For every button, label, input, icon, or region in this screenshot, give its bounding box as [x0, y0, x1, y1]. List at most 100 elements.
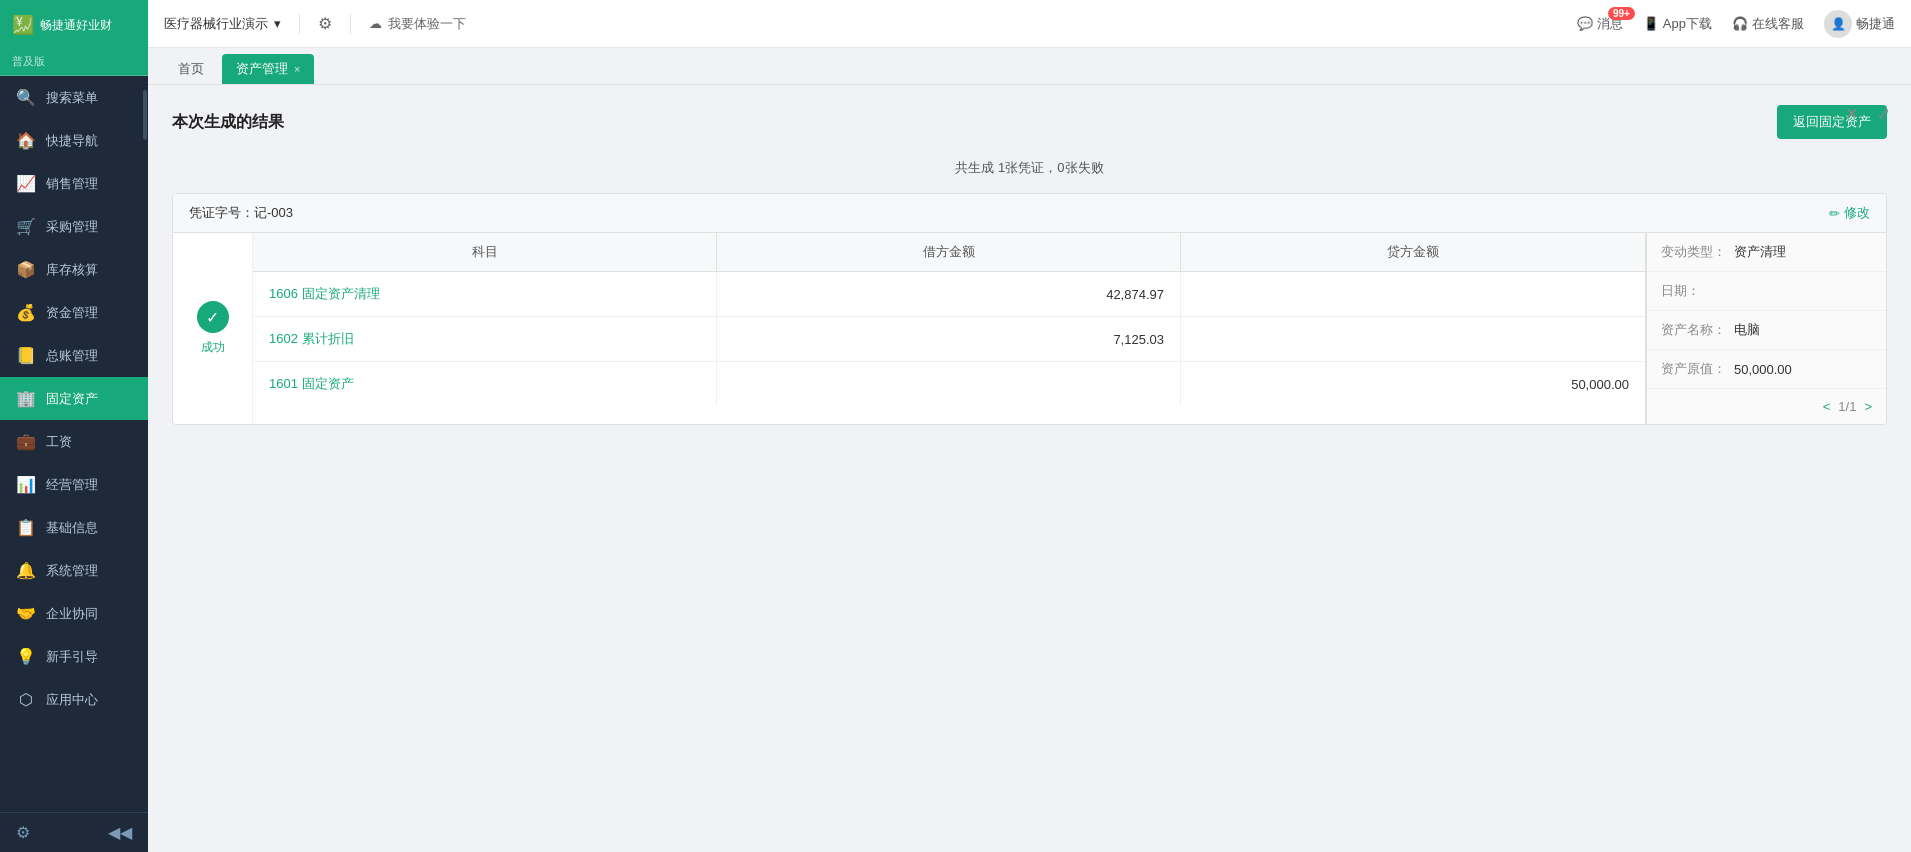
date-row: 日期：	[1647, 272, 1886, 311]
sidebar-label-inventory: 库存核算	[46, 261, 98, 279]
date-label: 日期：	[1661, 282, 1700, 300]
active-tab-label: 资产管理	[236, 60, 288, 78]
message-icon: 💬	[1577, 16, 1593, 31]
sidebar-item-basic-info[interactable]: 📋 基础信息	[0, 506, 148, 549]
cell-subject-1[interactable]: 1602 累计折旧	[253, 317, 717, 361]
app-logo: 💹 畅捷通好业财	[0, 0, 148, 52]
next-page-button[interactable]: >	[1864, 399, 1872, 414]
sidebar-label-system: 系统管理	[46, 562, 98, 580]
edit-label: 修改	[1844, 204, 1870, 222]
cell-subject-2[interactable]: 1601 固定资产	[253, 362, 717, 406]
sidebar-label-enterprise: 企业协同	[46, 605, 98, 623]
sidebar-item-management[interactable]: 📊 经营管理	[0, 463, 148, 506]
page-indicator: 1/1	[1838, 399, 1856, 414]
sidebar-item-system[interactable]: 🔔 系统管理	[0, 549, 148, 592]
sidebar-item-guide[interactable]: 💡 新手引导	[0, 635, 148, 678]
topbar-divider-2	[350, 14, 351, 34]
table-row: 1601 固定资产 50,000.00	[253, 362, 1645, 406]
messages-badge: 99+	[1608, 7, 1635, 20]
sidebar-label-basic-info: 基础信息	[46, 519, 98, 537]
app-download-button[interactable]: 📱 App下载	[1643, 15, 1712, 33]
asset-name-value: 电脑	[1734, 321, 1760, 339]
side-panel: 变动类型： 资产清理 日期： 资产名称： 电脑 资产原值： 50,000.00	[1646, 233, 1886, 424]
collapse-icon[interactable]: ◀◀	[108, 823, 132, 842]
sidebar-bottom: ⚙ ◀◀	[0, 812, 148, 852]
app-download-label: App下载	[1663, 15, 1712, 33]
headset-icon: 🎧	[1732, 16, 1748, 31]
generation-summary: 共生成 1张凭证，0张失败	[172, 159, 1887, 177]
gear-icon[interactable]: ⚙	[318, 14, 332, 33]
sidebar-item-app-center[interactable]: ⬡ 应用中心	[0, 678, 148, 721]
settings-icon[interactable]: ⚙	[16, 823, 30, 842]
tab-home[interactable]: 首页	[164, 54, 218, 84]
sidebar-label-guide: 新手引导	[46, 648, 98, 666]
topbar: 医疗器械行业演示 ▾ ⚙ ☁ 我要体验一下 💬 消息 99+ 📱 App下载 🎧…	[148, 0, 1911, 48]
logo-icon: 💹	[12, 13, 34, 38]
page-header: 本次生成的结果 返回固定资产	[172, 105, 1887, 139]
company-selector[interactable]: 医疗器械行业演示 ▾	[164, 15, 281, 33]
success-label: 成功	[201, 339, 225, 356]
prev-page-button[interactable]: <	[1823, 399, 1831, 414]
sidebar-label-fixed-assets: 固定资产	[46, 390, 98, 408]
sidebar-menu: 🔍 搜索菜单 🏠 快捷导航 📈 销售管理 🛒 采购管理 📦 库存核算 💰 资金管…	[0, 76, 148, 812]
sidebar-item-ledger[interactable]: 📒 总账管理	[0, 334, 148, 377]
col-header-subject: 科目	[253, 233, 717, 271]
sidebar-item-sales[interactable]: 📈 销售管理	[0, 162, 148, 205]
cell-debit-1: 7,125.03	[717, 317, 1181, 361]
table-row: 1602 累计折旧 7,125.03	[253, 317, 1645, 362]
sidebar-icon-ledger: 📒	[16, 346, 36, 365]
sidebar-item-quick-nav[interactable]: 🏠 快捷导航	[0, 119, 148, 162]
dropdown-icon: ▾	[274, 16, 281, 31]
voucher-table: 科目 借方金额 贷方金额 1606 固定资产清理 42,874.97 1602 …	[253, 233, 1646, 424]
table-row: 1606 固定资产清理 42,874.97	[253, 272, 1645, 317]
cell-credit-1	[1181, 317, 1645, 361]
user-menu[interactable]: 👤 畅捷通	[1824, 10, 1895, 38]
asset-name-label: 资产名称：	[1661, 321, 1726, 339]
sidebar-container: 💹 畅捷通好业财 普及版 🔍 搜索菜单 🏠 快捷导航 📈 销售管理 🛒 采购管理…	[0, 0, 148, 852]
online-service-button[interactable]: 🎧 在线客服	[1732, 15, 1804, 33]
sidebar-item-purchase[interactable]: 🛒 采购管理	[0, 205, 148, 248]
edit-button[interactable]: ✏ 修改	[1829, 204, 1870, 222]
tab-asset-management[interactable]: 资产管理 ×	[222, 54, 314, 84]
sidebar-item-search[interactable]: 🔍 搜索菜单	[0, 76, 148, 119]
voucher-card: 凭证字号：记-003 ✏ 修改 ✓ 成功 科目 借方金额	[172, 193, 1887, 425]
sidebar-item-salary[interactable]: 💼 工资	[0, 420, 148, 463]
pagination: < 1/1 >	[1647, 389, 1886, 424]
sidebar-label-app-center: 应用中心	[46, 691, 98, 709]
edit-icon: ✏	[1829, 206, 1840, 221]
experience-button[interactable]: ☁ 我要体验一下	[369, 15, 466, 33]
sidebar: 💹 畅捷通好业财 普及版 🔍 搜索菜单 🏠 快捷导航 📈 销售管理 🛒 采购管理…	[0, 0, 148, 852]
cloud-icon: ☁	[369, 16, 382, 31]
sidebar-item-fixed-assets[interactable]: 🏢 固定资产	[0, 377, 148, 420]
voucher-body: ✓ 成功 科目 借方金额 贷方金额 1606 固定资产清理 42,874.97 …	[173, 233, 1886, 424]
nav-tabs: 首页 资产管理 ×	[148, 48, 1911, 85]
sidebar-icon-search: 🔍	[16, 88, 36, 107]
close-panel-button[interactable]: ✕	[1839, 101, 1863, 125]
username: 畅捷通	[1856, 15, 1895, 33]
app-edition: 普及版	[0, 52, 148, 76]
sidebar-icon-fixed-assets: 🏢	[16, 389, 36, 408]
cell-subject-0[interactable]: 1606 固定资产清理	[253, 272, 717, 316]
expand-panel-button[interactable]: ⤢	[1871, 101, 1895, 125]
sidebar-item-enterprise[interactable]: 🤝 企业协同	[0, 592, 148, 635]
success-checkmark-icon: ✓	[197, 301, 229, 333]
sidebar-label-quick-nav: 快捷导航	[46, 132, 98, 150]
sidebar-label-sales: 销售管理	[46, 175, 98, 193]
sidebar-item-inventory[interactable]: 📦 库存核算	[0, 248, 148, 291]
table-body: 1606 固定资产清理 42,874.97 1602 累计折旧 7,125.03…	[253, 272, 1645, 406]
sidebar-label-salary: 工资	[46, 433, 72, 451]
sidebar-icon-purchase: 🛒	[16, 217, 36, 236]
col-header-credit: 贷方金额	[1181, 233, 1645, 271]
company-name: 医疗器械行业演示	[164, 15, 268, 33]
asset-value-label: 资产原值：	[1661, 360, 1726, 378]
messages-button[interactable]: 💬 消息 99+	[1577, 15, 1623, 33]
sidebar-icon-guide: 💡	[16, 647, 36, 666]
cell-credit-0	[1181, 272, 1645, 316]
success-indicator: ✓ 成功	[173, 233, 253, 424]
sidebar-icon-finance: 💰	[16, 303, 36, 322]
change-type-value: 资产清理	[1734, 243, 1786, 261]
sidebar-icon-salary: 💼	[16, 432, 36, 451]
tab-close-icon[interactable]: ×	[294, 63, 300, 75]
sidebar-item-finance[interactable]: 💰 资金管理	[0, 291, 148, 334]
sidebar-label-ledger: 总账管理	[46, 347, 98, 365]
